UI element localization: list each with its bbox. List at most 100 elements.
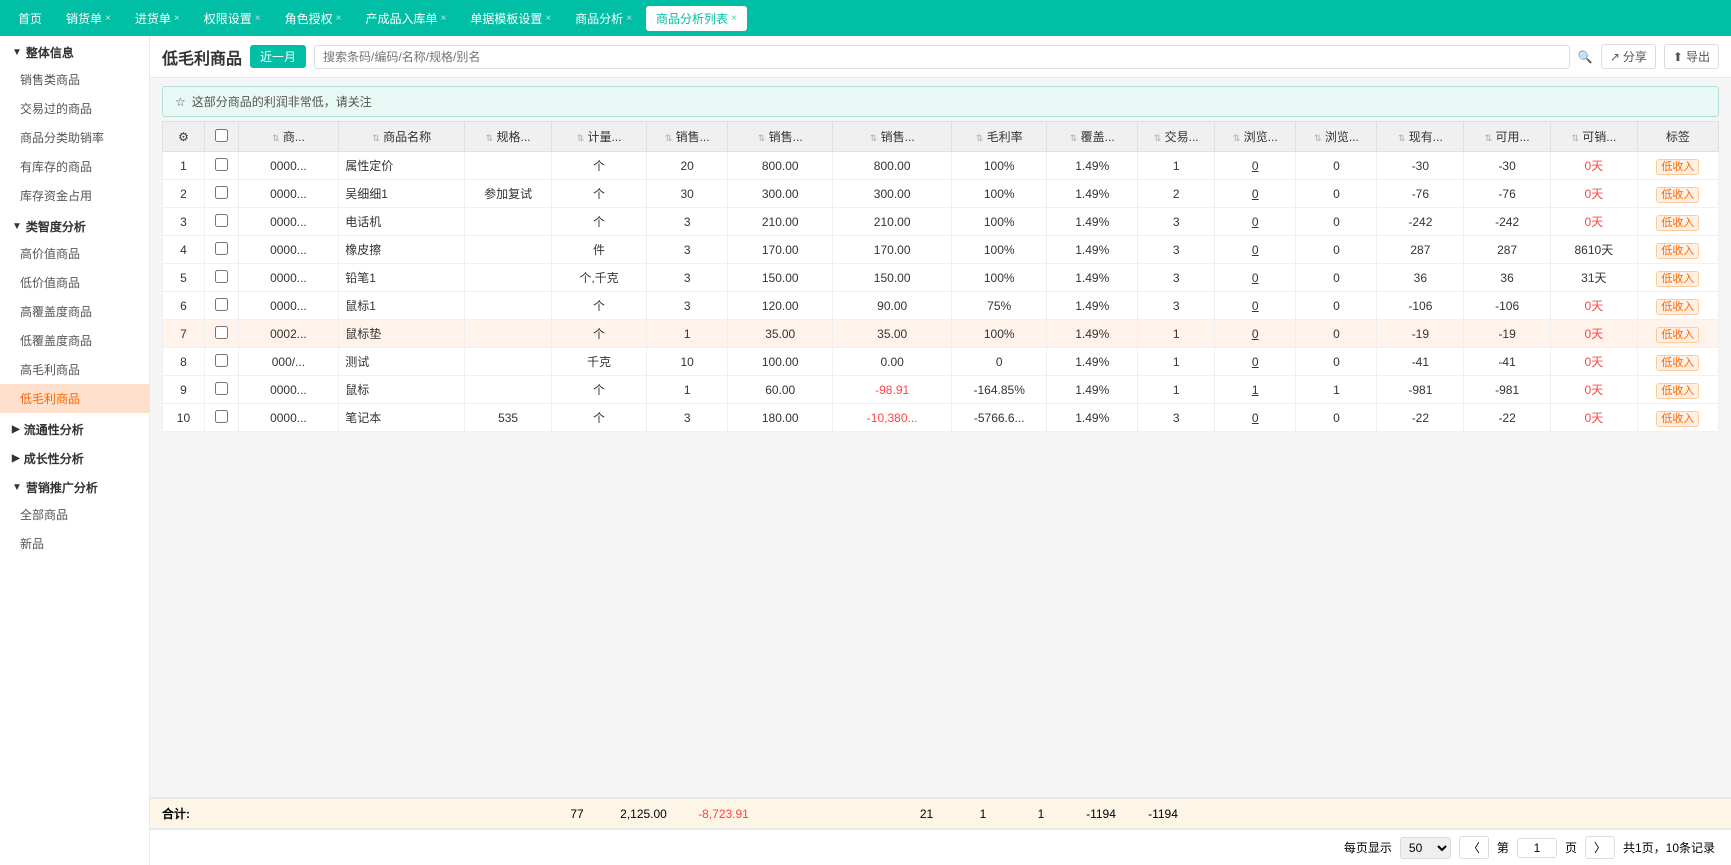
- sidebar-group-flow[interactable]: ▶ 流通性分析: [0, 413, 149, 442]
- browse1-link[interactable]: 0: [1252, 159, 1259, 173]
- row-checkbox[interactable]: [215, 298, 228, 311]
- row-checkbox-cell[interactable]: [204, 264, 238, 292]
- browse1-link[interactable]: 0: [1252, 411, 1259, 425]
- search-icon[interactable]: 🔍: [1578, 50, 1593, 64]
- row-checkbox[interactable]: [215, 382, 228, 395]
- sidebar-item-stock-capital[interactable]: 库存资金占用: [0, 181, 149, 210]
- sidebar-item-sales-goods[interactable]: 销售类商品: [0, 65, 149, 94]
- sidebar-item-high-value[interactable]: 高价值商品: [0, 239, 149, 268]
- row-checkbox[interactable]: [215, 158, 228, 171]
- sidebar-group-marketing[interactable]: ▼ 营销推广分析: [0, 471, 149, 500]
- share-button[interactable]: ↗ 分享: [1601, 44, 1656, 69]
- row-browse1[interactable]: 0: [1215, 292, 1296, 320]
- col-avail[interactable]: ⇅ 可用...: [1464, 122, 1551, 152]
- nav-home[interactable]: 首页: [8, 6, 52, 31]
- sidebar-item-high-margin[interactable]: 高毛利商品: [0, 355, 149, 384]
- nav-sales[interactable]: 销货单 ×: [56, 6, 121, 31]
- sidebar-item-new-goods[interactable]: 新品: [0, 529, 149, 558]
- row-checkbox[interactable]: [215, 242, 228, 255]
- col-browse2[interactable]: ⇅ 浏览...: [1296, 122, 1377, 152]
- sidebar-item-high-coverage[interactable]: 高覆盖度商品: [0, 297, 149, 326]
- sidebar-group-overall[interactable]: ▼ 整体信息: [0, 36, 149, 65]
- sidebar-item-category-rate[interactable]: 商品分类助销率: [0, 123, 149, 152]
- row-browse1[interactable]: 0: [1215, 180, 1296, 208]
- row-browse1[interactable]: 0: [1215, 264, 1296, 292]
- sidebar-item-low-margin[interactable]: 低毛利商品: [0, 384, 149, 413]
- close-analysis-icon[interactable]: ×: [626, 13, 632, 24]
- close-sales-icon[interactable]: ×: [105, 13, 111, 24]
- row-checkbox-cell[interactable]: [204, 320, 238, 348]
- close-purchase-icon[interactable]: ×: [174, 13, 180, 24]
- col-sale-qty[interactable]: ⇅ 销售...: [647, 122, 728, 152]
- close-analysis-list-icon[interactable]: ×: [731, 13, 737, 24]
- nav-purchase[interactable]: 进货单 ×: [125, 6, 190, 31]
- row-checkbox-cell[interactable]: [204, 348, 238, 376]
- nav-product-in[interactable]: 产成品入库单 ×: [355, 6, 456, 31]
- row-checkbox-cell[interactable]: [204, 404, 238, 432]
- row-checkbox[interactable]: [215, 270, 228, 283]
- col-name[interactable]: ⇅ 商品名称: [339, 122, 465, 152]
- col-sale-profit[interactable]: ⇅ 销售...: [833, 122, 952, 152]
- sidebar-group-growth[interactable]: ▶ 成长性分析: [0, 442, 149, 471]
- sidebar-item-traded-goods[interactable]: 交易过的商品: [0, 94, 149, 123]
- row-checkbox-cell[interactable]: [204, 236, 238, 264]
- row-browse1[interactable]: 0: [1215, 404, 1296, 432]
- prev-page-button[interactable]: 〈: [1459, 836, 1489, 859]
- export-button[interactable]: ⬆ 导出: [1664, 44, 1719, 69]
- sidebar-item-low-value[interactable]: 低价值商品: [0, 268, 149, 297]
- select-all-checkbox[interactable]: [215, 129, 228, 142]
- col-coverage[interactable]: ⇅ 覆盖...: [1047, 122, 1138, 152]
- col-browse1[interactable]: ⇅ 浏览...: [1215, 122, 1296, 152]
- row-checkbox-cell[interactable]: [204, 292, 238, 320]
- col-profit-rate[interactable]: ⇅ 毛利率: [952, 122, 1047, 152]
- filter-recent-month-button[interactable]: 近一月: [250, 45, 306, 68]
- col-tag[interactable]: 标签: [1637, 122, 1718, 152]
- row-checkbox[interactable]: [215, 354, 228, 367]
- col-code[interactable]: ⇅ 商...: [238, 122, 339, 152]
- row-checkbox-cell[interactable]: [204, 376, 238, 404]
- col-stock[interactable]: ⇅ 现有...: [1377, 122, 1464, 152]
- col-sellable[interactable]: ⇅ 可销...: [1550, 122, 1637, 152]
- row-browse1[interactable]: 0: [1215, 208, 1296, 236]
- page-number-input[interactable]: [1517, 838, 1557, 858]
- close-product-in-icon[interactable]: ×: [440, 13, 446, 24]
- close-permission-icon[interactable]: ×: [255, 13, 261, 24]
- row-checkbox-cell[interactable]: [204, 208, 238, 236]
- sidebar-item-stocked-goods[interactable]: 有库存的商品: [0, 152, 149, 181]
- row-checkbox[interactable]: [215, 214, 228, 227]
- row-checkbox-cell[interactable]: [204, 180, 238, 208]
- col-settings[interactable]: ⚙: [163, 122, 205, 152]
- close-role-icon[interactable]: ×: [336, 13, 342, 24]
- row-browse1[interactable]: 0: [1215, 320, 1296, 348]
- col-sale-amount[interactable]: ⇅ 销售...: [728, 122, 833, 152]
- row-checkbox[interactable]: [215, 410, 228, 423]
- next-page-button[interactable]: 〉: [1585, 836, 1615, 859]
- nav-template[interactable]: 单据模板设置 ×: [460, 6, 561, 31]
- search-input[interactable]: [314, 45, 1570, 69]
- row-checkbox-cell[interactable]: [204, 152, 238, 180]
- page-size-select[interactable]: 50 100 200: [1400, 837, 1451, 859]
- close-template-icon[interactable]: ×: [545, 13, 551, 24]
- col-unit[interactable]: ⇅ 计量...: [551, 122, 646, 152]
- browse1-link[interactable]: 0: [1252, 355, 1259, 369]
- browse1-link[interactable]: 0: [1252, 243, 1259, 257]
- row-browse1[interactable]: 0: [1215, 348, 1296, 376]
- row-browse1[interactable]: 0: [1215, 236, 1296, 264]
- browse1-link[interactable]: 0: [1252, 271, 1259, 285]
- row-checkbox[interactable]: [215, 186, 228, 199]
- col-trade[interactable]: ⇅ 交易...: [1138, 122, 1215, 152]
- col-spec[interactable]: ⇅ 规格...: [465, 122, 552, 152]
- browse1-link[interactable]: 0: [1252, 187, 1259, 201]
- col-checkbox[interactable]: [204, 122, 238, 152]
- sidebar-item-all-goods[interactable]: 全部商品: [0, 500, 149, 529]
- row-browse1[interactable]: 1: [1215, 376, 1296, 404]
- browse1-link[interactable]: 0: [1252, 299, 1259, 313]
- nav-role[interactable]: 角色授权 ×: [275, 6, 352, 31]
- browse1-link[interactable]: 1: [1252, 383, 1259, 397]
- nav-analysis-list[interactable]: 商品分析列表 ×: [646, 6, 747, 31]
- nav-analysis[interactable]: 商品分析 ×: [565, 6, 642, 31]
- sidebar-group-smart[interactable]: ▼ 类智度分析: [0, 210, 149, 239]
- row-browse1[interactable]: 0: [1215, 152, 1296, 180]
- browse1-link[interactable]: 0: [1252, 215, 1259, 229]
- nav-permission[interactable]: 权限设置 ×: [194, 6, 271, 31]
